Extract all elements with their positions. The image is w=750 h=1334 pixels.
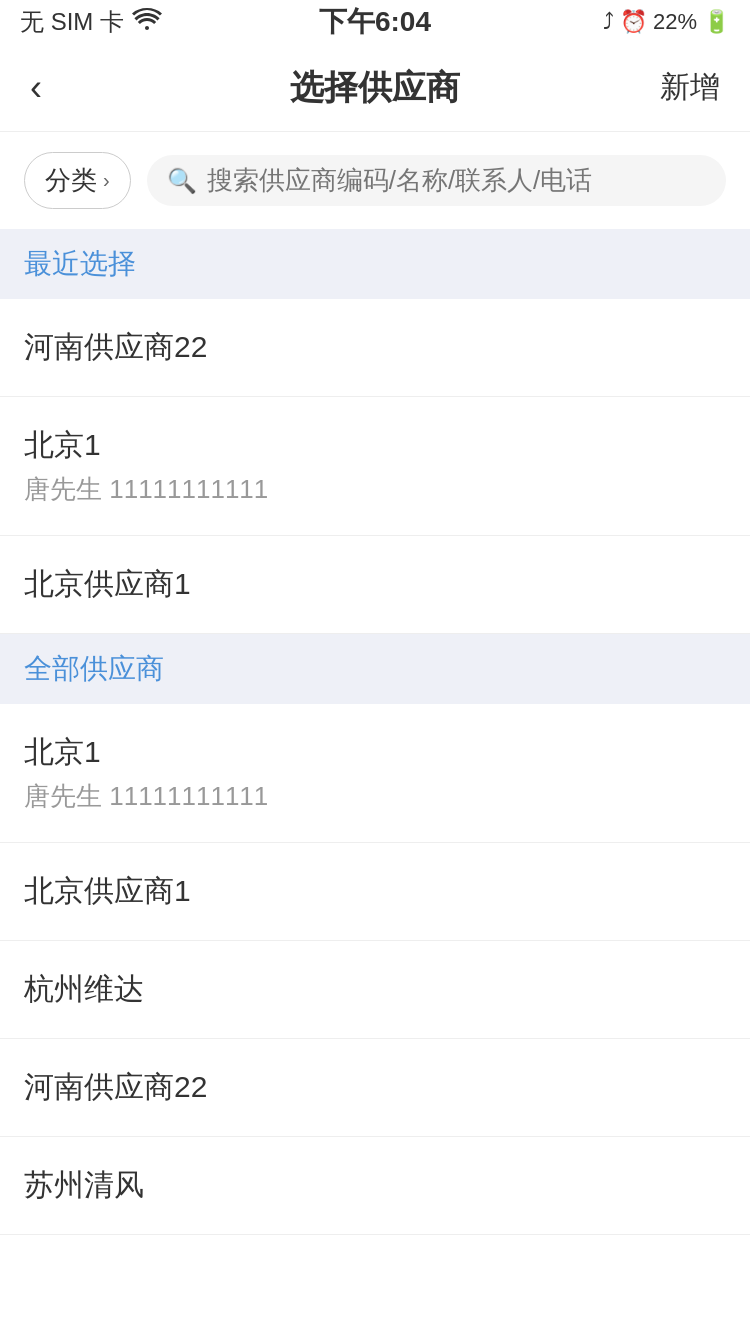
item-name: 北京1 [24,732,726,773]
category-button[interactable]: 分类 › [24,152,131,209]
search-box[interactable]: 🔍 [147,155,726,206]
item-name: 北京供应商1 [24,564,726,605]
sim-text: 无 SIM 卡 [20,6,124,38]
item-name: 河南供应商22 [24,327,726,368]
list-item[interactable]: 北京1 唐先生 11111111111 [0,704,750,843]
all-section-header: 全部供应商 [0,634,750,704]
list-item[interactable]: 杭州维达 [0,941,750,1039]
item-sub: 唐先生 11111111111 [24,472,726,507]
item-name: 北京1 [24,425,726,466]
filter-bar: 分类 › 🔍 [0,132,750,229]
item-sub: 唐先生 11111111111 [24,779,726,814]
item-name: 苏州清风 [24,1165,726,1206]
list-item[interactable]: 苏州清风 [0,1137,750,1235]
item-name: 河南供应商22 [24,1067,726,1108]
list-item[interactable]: 北京供应商1 [0,843,750,941]
back-button[interactable]: ‹ [30,67,90,109]
list-item[interactable]: 河南供应商22 [0,299,750,397]
category-label: 分类 [45,163,97,198]
chevron-right-icon: › [103,169,110,192]
wifi-icon [132,8,162,36]
status-bar: 无 SIM 卡 下午6:04 ⤴ ⏰ 22% 🔋 [0,0,750,44]
item-name: 杭州维达 [24,969,726,1010]
nav-bar: ‹ 选择供应商 新增 [0,44,750,132]
item-name: 北京供应商1 [24,871,726,912]
battery-icon: 🔋 [703,9,730,35]
page-title: 选择供应商 [290,65,460,111]
battery-text: 22% [653,9,697,35]
all-items-list: 北京1 唐先生 11111111111 北京供应商1 杭州维达河南供应商22 苏州清风 [0,704,750,1235]
list-item[interactable]: 河南供应商22 [0,1039,750,1137]
status-left: 无 SIM 卡 [20,6,162,38]
list-item[interactable]: 北京供应商1 [0,536,750,634]
search-input[interactable] [207,165,706,196]
recent-section-header: 最近选择 [0,229,750,299]
alarm-icon: ⏰ [620,9,647,35]
search-icon: 🔍 [167,167,197,195]
new-action-button[interactable]: 新增 [660,67,720,108]
location-icon: ⤴ [603,9,614,35]
list-item[interactable]: 北京1 唐先生 11111111111 [0,397,750,536]
recent-items-list: 河南供应商22 北京1 唐先生 11111111111 北京供应商1 [0,299,750,634]
status-right: ⤴ ⏰ 22% 🔋 [603,9,730,35]
status-time: 下午6:04 [319,3,431,41]
